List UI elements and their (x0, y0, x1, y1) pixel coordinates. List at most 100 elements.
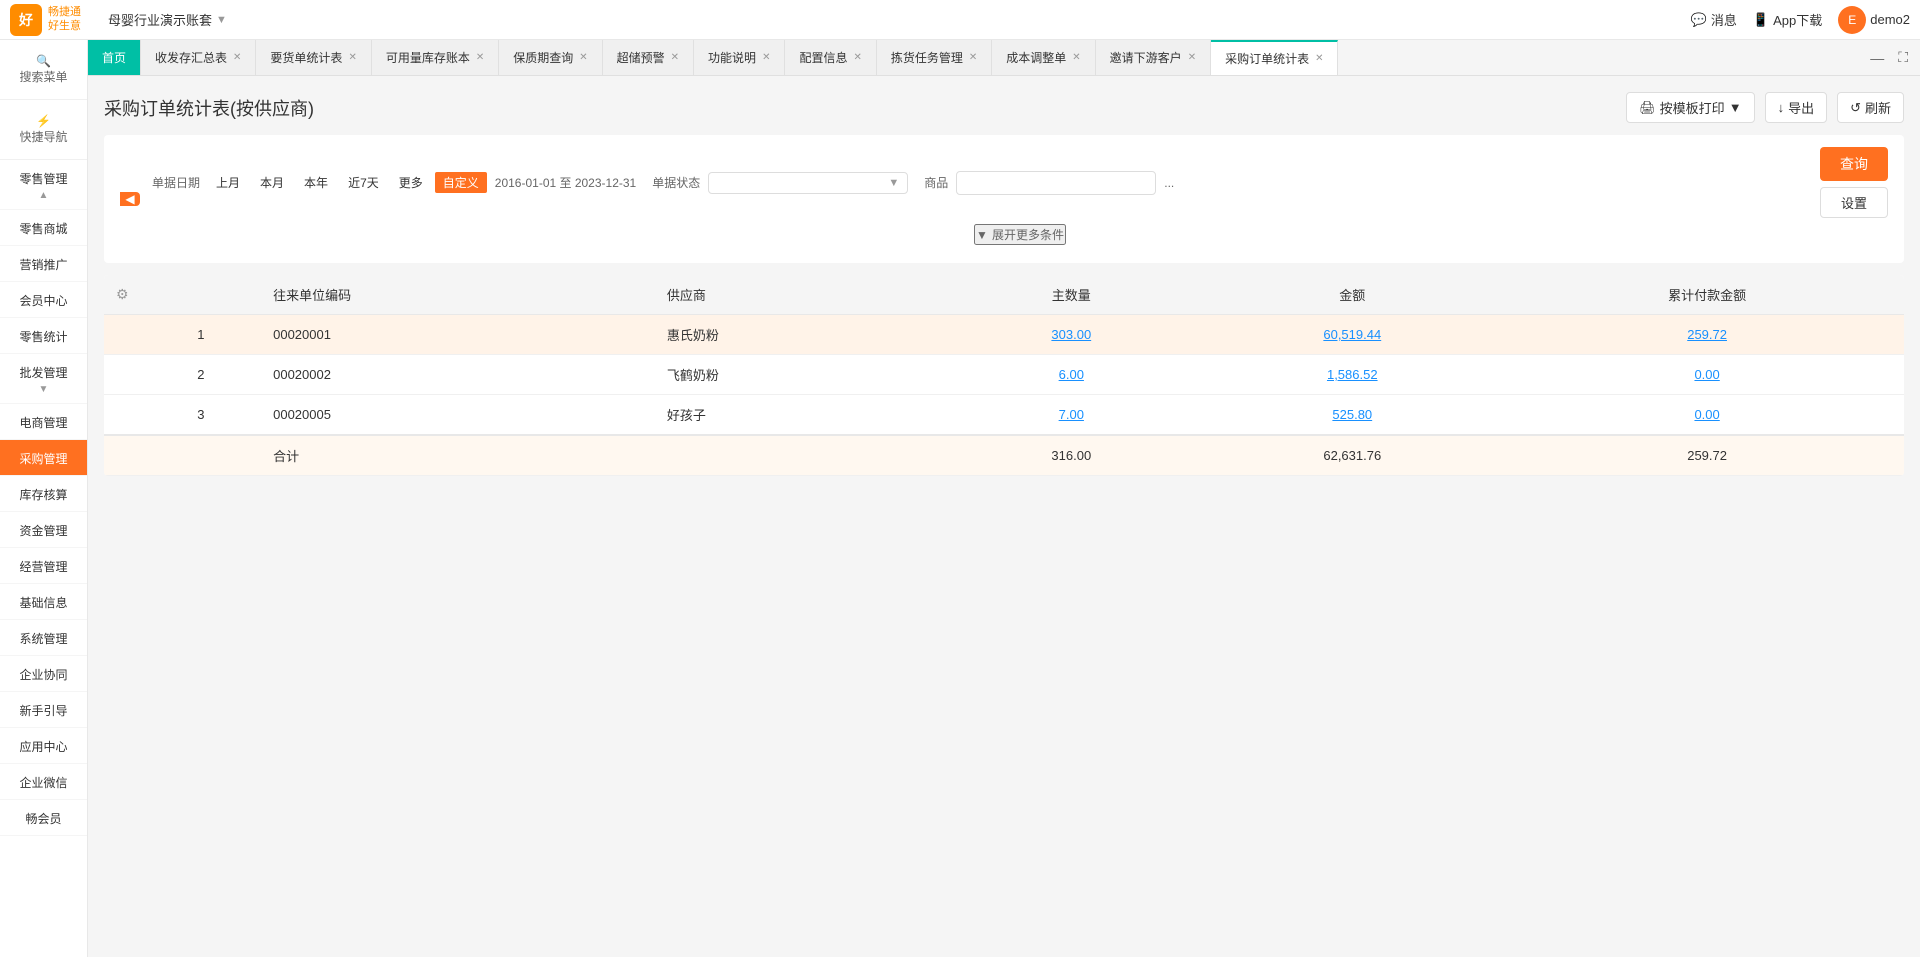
sidebar-item-retail-stats[interactable]: 零售统计 (0, 318, 87, 354)
row-amount[interactable]: 525.80 (1194, 395, 1510, 436)
sidebar-item-system[interactable]: 系统管理 (0, 620, 87, 656)
quick-nav-btn[interactable]: ⚡ 快捷导航 (6, 108, 81, 151)
status-select[interactable]: ▼ (708, 172, 908, 194)
total-paid-cell: 259.72 (1510, 435, 1904, 476)
date-btn-last-month[interactable]: 上月 (208, 172, 248, 193)
tab-cost-adjust[interactable]: 成本调整单 ✕ (992, 40, 1095, 76)
tab-overstock[interactable]: 超储预警 ✕ (603, 40, 694, 76)
date-custom-badge[interactable]: 自定义 (435, 172, 487, 193)
sidebar-item-retail-mgmt[interactable]: 零售管理 ▲ (0, 160, 87, 210)
tab-func-desc-close-icon[interactable]: ✕ (762, 52, 770, 63)
settings-button[interactable]: 设置 (1820, 187, 1888, 218)
tab-invite-downstream-close-icon[interactable]: ✕ (1188, 52, 1196, 63)
row-seq: 2 (141, 355, 262, 395)
tab-invite-downstream[interactable]: 邀请下游客户 ✕ (1096, 40, 1211, 76)
date-btn-more[interactable]: 更多 (391, 172, 431, 193)
tab-minimize-icon[interactable]: — (1866, 46, 1888, 70)
search-icon: 🔍 (10, 54, 77, 68)
sidebar-item-purchase-mgmt[interactable]: 采购管理 (0, 440, 87, 476)
tab-config-info[interactable]: 配置信息 ✕ (785, 40, 876, 76)
status-filter-label: 单据状态 (652, 174, 700, 191)
total-settings-cell (104, 435, 141, 476)
sidebar-item-ecommerce[interactable]: 电商管理 (0, 404, 87, 440)
status-select-arrow-icon: ▼ (888, 177, 899, 189)
tab-bar: 首页 收发存汇总表 ✕ 要货单统计表 ✕ 可用量库存账本 ✕ 保质期查询 ✕ (88, 40, 1920, 76)
tab-order-stats-close-icon[interactable]: ✕ (348, 52, 356, 63)
refresh-button[interactable]: ↺ 刷新 (1837, 92, 1904, 123)
row-paid[interactable]: 0.00 (1510, 395, 1904, 436)
tab-pick-task-label: 拣货任务管理 (891, 49, 963, 66)
template-print-label: 按模板打印 (1660, 98, 1725, 117)
tab-avail-inventory-label: 可用量库存账本 (386, 49, 470, 66)
col-settings: ⚙ (104, 275, 141, 315)
tab-expiry-query[interactable]: 保质期查询 ✕ (499, 40, 602, 76)
row-amount[interactable]: 60,519.44 (1194, 315, 1510, 355)
sidebar-item-business-mgmt[interactable]: 经营管理 (0, 548, 87, 584)
sidebar-item-wholesale-mgmt[interactable]: 批发管理 ▼ (0, 354, 87, 404)
finance-label: 资金管理 (19, 522, 67, 539)
retail-mgmt-label: 零售管理 (19, 170, 67, 187)
row-seq: 1 (141, 315, 262, 355)
tab-receive-send[interactable]: 收发存汇总表 ✕ (141, 40, 256, 76)
tab-receive-send-close-icon[interactable]: ✕ (233, 52, 241, 63)
row-qty[interactable]: 7.00 (948, 395, 1194, 436)
expand-conditions-button[interactable]: ▼ 展开更多条件 (974, 224, 1066, 245)
tab-func-desc[interactable]: 功能说明 ✕ (694, 40, 785, 76)
tab-purchase-order-stats-close-icon[interactable]: ✕ (1315, 53, 1323, 64)
sidebar-item-inventory[interactable]: 库存核算 (0, 476, 87, 512)
row-unit-code: 00020002 (261, 355, 655, 395)
tab-cost-adjust-close-icon[interactable]: ✕ (1072, 52, 1080, 63)
date-btn-this-month[interactable]: 本月 (252, 172, 292, 193)
tab-maximize-icon[interactable]: ⛶ (1894, 45, 1912, 70)
sidebar-search-btn[interactable]: 🔍 搜索菜单 (6, 48, 81, 91)
filter-collapse-button[interactable]: ◀ (120, 192, 140, 206)
total-label-cell: 合计 (261, 435, 948, 476)
business-mgmt-label: 经营管理 (19, 558, 67, 575)
workspace-selector[interactable]: 母婴行业演示账套 ▼ (108, 10, 1681, 29)
goods-filter-input[interactable] (956, 171, 1156, 195)
sidebar-item-new-guide[interactable]: 新手引导 (0, 692, 87, 728)
tab-avail-inventory[interactable]: 可用量库存账本 ✕ (372, 40, 499, 76)
tab-purchase-order-stats[interactable]: 采购订单统计表 ✕ (1211, 40, 1338, 76)
row-amount[interactable]: 1,586.52 (1194, 355, 1510, 395)
tab-pick-task[interactable]: 拣货任务管理 ✕ (877, 40, 992, 76)
tab-order-stats[interactable]: 要货单统计表 ✕ (256, 40, 371, 76)
more-filter-btn[interactable]: ... (1164, 176, 1174, 190)
user-avatar-area[interactable]: E demo2 (1838, 6, 1910, 34)
sidebar-item-retail-store[interactable]: 零售商城 (0, 210, 87, 246)
tab-config-info-close-icon[interactable]: ✕ (853, 52, 861, 63)
sidebar-item-finance[interactable]: 资金管理 (0, 512, 87, 548)
sidebar-item-enterprise[interactable]: 企业协同 (0, 656, 87, 692)
tab-avail-inventory-close-icon[interactable]: ✕ (476, 52, 484, 63)
tab-overstock-close-icon[interactable]: ✕ (671, 52, 679, 63)
tab-purchase-order-stats-label: 采购订单统计表 (1225, 50, 1309, 67)
template-print-button[interactable]: 🖨 按模板打印 ▼ (1626, 92, 1754, 123)
row-settings-cell (104, 315, 141, 355)
row-paid[interactable]: 259.72 (1510, 315, 1904, 355)
query-button[interactable]: 查询 (1820, 147, 1888, 181)
col-settings-gear-icon[interactable]: ⚙ (116, 286, 129, 302)
sidebar-item-enterprise-wechat[interactable]: 企业微信 (0, 764, 87, 800)
app-download-btn[interactable]: 📱 App下载 (1753, 10, 1822, 29)
export-button[interactable]: ↓ 导出 (1765, 92, 1828, 123)
sidebar-item-basic-info[interactable]: 基础信息 (0, 584, 87, 620)
message-btn[interactable]: 💬 消息 (1691, 10, 1737, 29)
tab-expiry-query-close-icon[interactable]: ✕ (579, 52, 587, 63)
tab-pick-task-close-icon[interactable]: ✕ (969, 52, 977, 63)
sidebar-item-marketing[interactable]: 营销推广 (0, 246, 87, 282)
row-qty[interactable]: 303.00 (948, 315, 1194, 355)
row-qty[interactable]: 6.00 (948, 355, 1194, 395)
tab-expiry-query-label: 保质期查询 (513, 49, 573, 66)
row-paid[interactable]: 0.00 (1510, 355, 1904, 395)
date-btn-7days[interactable]: 近7天 (340, 172, 387, 193)
page-title: 采购订单统计表(按供应商) (104, 95, 314, 121)
tab-home[interactable]: 首页 (88, 40, 141, 76)
sidebar-item-member[interactable]: 会员中心 (0, 282, 87, 318)
sidebar-item-vip[interactable]: 畅会员 (0, 800, 87, 836)
wholesale-mgmt-arrow-icon: ▼ (39, 384, 49, 395)
date-btn-this-year[interactable]: 本年 (296, 172, 336, 193)
total-amount-cell: 62,631.76 (1194, 435, 1510, 476)
table-row: 3 00020005 好孩子 7.00 525.80 0.00 (104, 395, 1904, 436)
sidebar-item-app-center[interactable]: 应用中心 (0, 728, 87, 764)
filter-row-1: 单据日期 上月 本月 本年 近7天 更多 自定义 (152, 147, 1888, 218)
